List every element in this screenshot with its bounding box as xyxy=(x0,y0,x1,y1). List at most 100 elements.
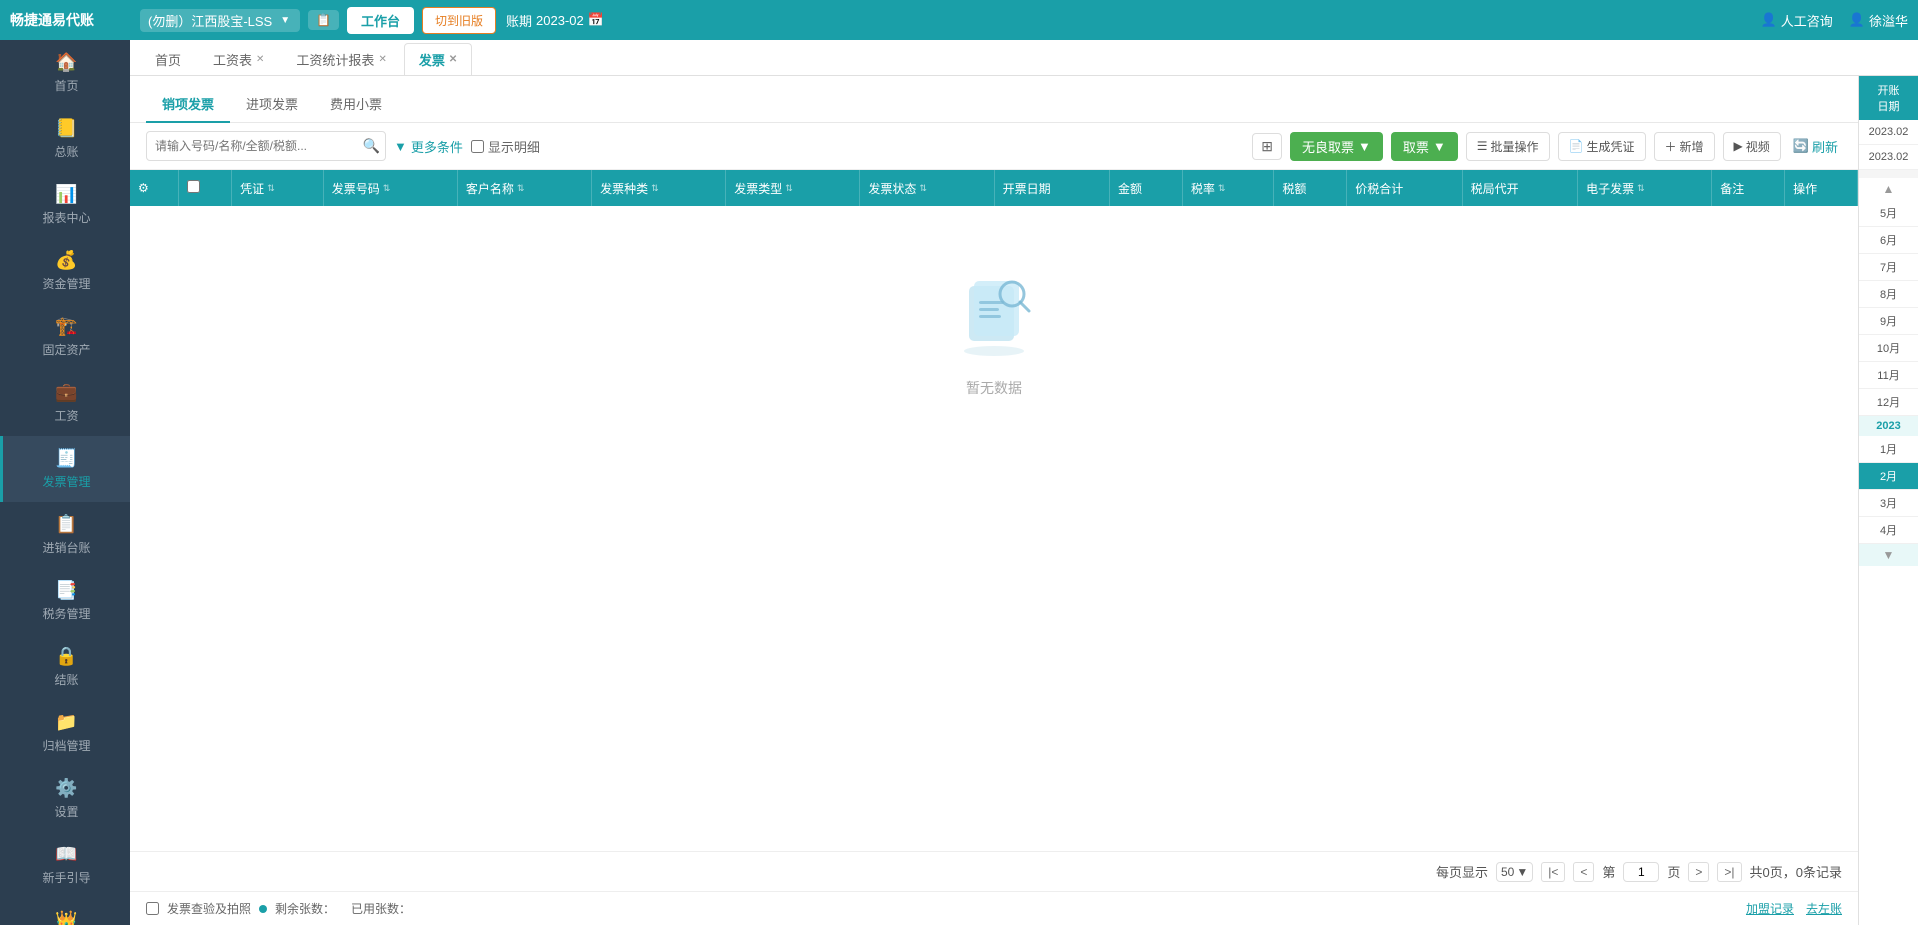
copy-button[interactable]: 📋 xyxy=(308,10,339,30)
take-ticket-button[interactable]: 取票 ▼ xyxy=(1391,132,1458,161)
tab-payroll-stats[interactable]: 工资统计报表 ✕ xyxy=(281,43,401,75)
sidebar-item-funds[interactable]: 💰 资金管理 xyxy=(0,238,130,304)
date-year-2023-02-first[interactable]: 2023.02 xyxy=(1859,120,1918,145)
sidebar-item-sales-ledger[interactable]: 📋 进销台账 xyxy=(0,502,130,568)
guide-icon: 📖 xyxy=(55,844,77,865)
date-year-val: 2023.02 xyxy=(1869,126,1909,138)
th-invoice-no[interactable]: 发票号码 ⇅ xyxy=(323,170,457,206)
th-voucher[interactable]: 凭证 ⇅ xyxy=(232,170,324,206)
sidebar-label-reports: 报表中心 xyxy=(42,209,90,226)
date-nav-up[interactable]: ▲ xyxy=(1859,178,1918,200)
sidebar-item-ledger[interactable]: 📒 总账 xyxy=(0,106,130,172)
date-month-2023-4[interactable]: 4月 xyxy=(1859,517,1918,544)
batch-op-button[interactable]: ☰ 批量操作 xyxy=(1466,132,1550,161)
date-month-7[interactable]: 7月 xyxy=(1859,254,1918,281)
main-layout: 🏠 首页 📒 总账 📊 报表中心 💰 资金管理 🏗️ 固定资产 💼 工资 🧾 发… xyxy=(0,40,1918,925)
date-month-2023-2[interactable]: 2月 xyxy=(1859,463,1918,490)
refresh-button[interactable]: 🔄 刷新 xyxy=(1789,132,1842,161)
date-month-11[interactable]: 11月 xyxy=(1859,362,1918,389)
invoice-no-sort-icon: ⇅ xyxy=(383,183,391,194)
new-icon: ＋ xyxy=(1665,138,1677,155)
sidebar-item-fixed-assets[interactable]: 🏗️ 固定资产 xyxy=(0,304,130,370)
sidebar-item-reports[interactable]: 📊 报表中心 xyxy=(0,172,130,238)
grid-view-button[interactable]: ⊞ xyxy=(1252,133,1282,160)
sidebar-item-settings[interactable]: ⚙️ 设置 xyxy=(0,766,130,832)
date-month-2023-1[interactable]: 1月 xyxy=(1859,436,1918,463)
page-number-input[interactable] xyxy=(1623,862,1659,882)
sidebar-item-payroll[interactable]: 💼 工资 xyxy=(0,370,130,436)
content-area: 首页 工资表 ✕ 工资统计报表 ✕ 发票 ✕ 销项发票 xyxy=(130,40,1918,925)
tab-payroll-close-icon[interactable]: ✕ xyxy=(256,54,264,65)
prev-page-button[interactable]: < xyxy=(1573,862,1594,882)
verify-checkbox[interactable] xyxy=(146,902,159,915)
th-invoice-category[interactable]: 发票类型 ⇅ xyxy=(726,170,860,206)
sidebar-item-home[interactable]: 🏠 首页 xyxy=(0,40,130,106)
tab-invoice[interactable]: 发票 ✕ xyxy=(404,43,472,75)
date-year-2023-02-second[interactable]: 2023.02 xyxy=(1859,145,1918,170)
open-date-col-label: 开票日期 xyxy=(1003,180,1051,197)
date-month-6[interactable]: 6月 xyxy=(1859,227,1918,254)
th-invoice-type[interactable]: 发票种类 ⇅ xyxy=(592,170,726,206)
company-selector[interactable]: (勿删）江西股宝-LSS ▼ xyxy=(140,9,300,32)
sub-tab-sales[interactable]: 销项发票 xyxy=(146,86,230,123)
date-month-9[interactable]: 9月 xyxy=(1859,308,1918,335)
status-dot xyxy=(259,905,267,913)
voucher-col-label: 凭证 xyxy=(240,180,264,197)
select-all-checkbox[interactable] xyxy=(187,180,200,193)
th-invoice-status[interactable]: 发票状态 ⇅ xyxy=(860,170,994,206)
total-text: 共0页，0条记录 xyxy=(1750,862,1842,881)
sidebar-item-archive[interactable]: 📁 归档管理 xyxy=(0,700,130,766)
page-size-select[interactable]: 50 ▼ xyxy=(1496,862,1533,882)
open-period-button[interactable]: 开账 日期 xyxy=(1859,76,1918,120)
date-month-5[interactable]: 5月 xyxy=(1859,200,1918,227)
gen-voucher-button[interactable]: 📄 生成凭证 xyxy=(1558,132,1646,161)
invoice-type-col-label: 发票种类 xyxy=(600,180,648,197)
sub-tab-expense[interactable]: 费用小票 xyxy=(314,86,398,123)
show-detail-checkbox[interactable] xyxy=(471,140,484,153)
th-operation: 操作 xyxy=(1785,170,1858,206)
tab-invoice-close-icon[interactable]: ✕ xyxy=(449,54,457,65)
workbench-button[interactable]: 工作台 xyxy=(347,7,414,34)
sidebar-item-member[interactable]: 👑 畅会员 xyxy=(0,898,130,925)
date-spacer xyxy=(1859,170,1918,178)
settings-icon: ⚙️ xyxy=(55,778,77,799)
sidebar-item-guide[interactable]: 📖 新手引导 xyxy=(0,832,130,898)
next-page-button[interactable]: > xyxy=(1688,862,1709,882)
date-month-2023-3[interactable]: 3月 xyxy=(1859,490,1918,517)
tab-payroll-stats-close-icon[interactable]: ✕ xyxy=(378,54,386,65)
tab-bar: 首页 工资表 ✕ 工资统计报表 ✕ 发票 ✕ xyxy=(130,40,1918,76)
date-month-8[interactable]: 8月 xyxy=(1859,281,1918,308)
date-month-10[interactable]: 10月 xyxy=(1859,335,1918,362)
th-settings[interactable]: ⚙ xyxy=(130,170,178,206)
th-e-invoice[interactable]: 电子发票 ⇅ xyxy=(1578,170,1712,206)
go-right-link[interactable]: 去左账 xyxy=(1806,900,1842,917)
th-checkbox[interactable] xyxy=(178,170,231,206)
user-avatar-item[interactable]: 👤 徐溢华 xyxy=(1849,11,1908,30)
join-record-link[interactable]: 加盟记录 xyxy=(1746,900,1794,917)
ai-consult-item[interactable]: 👤 人工咨询 xyxy=(1761,11,1833,30)
sidebar-item-closing[interactable]: 🔒 结账 xyxy=(0,634,130,700)
th-tax-rate[interactable]: 税率 ⇅ xyxy=(1182,170,1274,206)
more-filter-button[interactable]: ▼ 更多条件 xyxy=(394,137,463,156)
last-page-button[interactable]: >| xyxy=(1717,862,1741,882)
show-detail-checkbox-label[interactable]: 显示明细 xyxy=(471,137,540,156)
sub-tab-purchase[interactable]: 进项发票 xyxy=(230,86,314,123)
no-tax-button[interactable]: 无良取票 ▼ xyxy=(1290,132,1383,161)
date-nav-down[interactable]: ▼ xyxy=(1859,544,1918,566)
sidebar-item-tax[interactable]: 📑 税务管理 xyxy=(0,568,130,634)
first-page-button[interactable]: |< xyxy=(1541,862,1565,882)
video-button[interactable]: ▶ 视频 xyxy=(1723,132,1781,161)
refresh-label: 刷新 xyxy=(1812,137,1838,156)
switch-version-button[interactable]: 切到旧版 xyxy=(422,7,496,34)
tab-payroll-table[interactable]: 工资表 ✕ xyxy=(198,43,279,75)
search-icon-button[interactable]: 🔍 xyxy=(363,138,380,155)
company-name: (勿删）江西股宝-LSS xyxy=(148,11,272,30)
table-container[interactable]: ⚙ 凭证 ⇅ xyxy=(130,170,1858,851)
sidebar-item-invoices[interactable]: 🧾 发票管理 xyxy=(0,436,130,502)
date-month-12[interactable]: 12月 xyxy=(1859,389,1918,416)
th-customer[interactable]: 客户名称 ⇅ xyxy=(457,170,591,206)
new-button[interactable]: ＋ 新增 xyxy=(1654,132,1715,161)
search-input[interactable] xyxy=(146,131,386,161)
tab-home[interactable]: 首页 xyxy=(140,43,196,75)
date-year-val2: 2023.02 xyxy=(1869,151,1909,163)
